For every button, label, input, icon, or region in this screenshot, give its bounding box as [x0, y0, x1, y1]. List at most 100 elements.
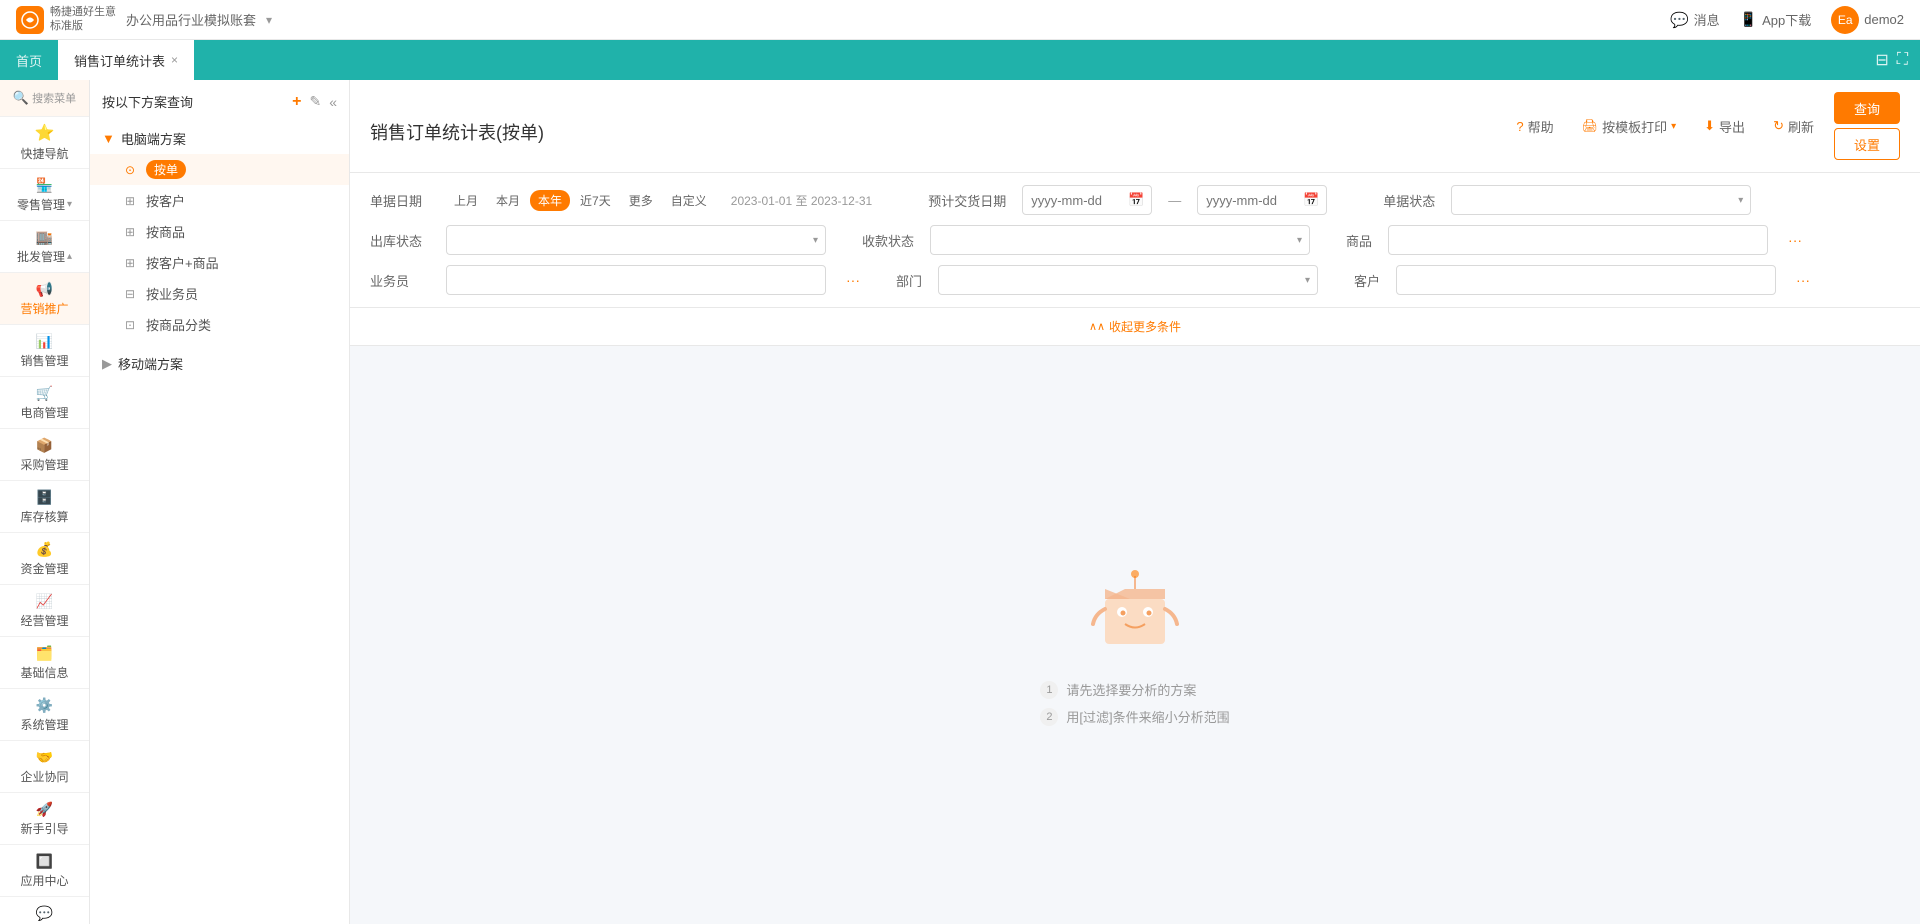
by-customer-product-icon: ⊞ — [122, 255, 138, 271]
start-date-wrapper: 📅 — [1022, 185, 1152, 215]
date-label: 单据日期 — [370, 191, 430, 210]
setting-button[interactable]: 设置 — [1834, 128, 1900, 160]
collapse-panel-icon[interactable]: « — [329, 94, 337, 110]
filter-row-2: 出库状态 ▾ 收款状态 ▾ 商品 ··· — [370, 225, 1900, 255]
user-menu[interactable]: Ea demo2 — [1831, 6, 1904, 34]
tab-close-icon[interactable]: × — [171, 53, 178, 67]
by-product-label: 按商品 — [146, 222, 185, 241]
sidebar: 🔍 搜索菜单 ⭐ 快捷导航 🏪 零售管理 ▾ 🏬 批发管理 ▴ 📢 营销推广 — [0, 80, 90, 924]
customer-dots-icon[interactable]: ··· — [1796, 272, 1810, 288]
sidebar-item-operation[interactable]: 📈 经营管理 — [0, 585, 89, 637]
tab-minimize-icon[interactable]: ⊟ — [1875, 50, 1888, 70]
more-btn[interactable]: 更多 — [621, 190, 661, 211]
sidebar-item-retail[interactable]: 🏪 零售管理 ▾ — [0, 169, 89, 221]
export-btn[interactable]: ⬇ 导出 — [1696, 113, 1753, 140]
print-icon: 🖨 — [1582, 118, 1599, 134]
sidebar-item-shortcut[interactable]: ⭐ 快捷导航 — [0, 117, 89, 169]
wholesale-icon: 🏬 — [36, 229, 53, 246]
sidebar-item-ecommerce[interactable]: 🛒 电商管理 — [0, 377, 89, 429]
tree-parent-label: 电脑端方案 — [121, 129, 186, 148]
product-label: 商品 — [1346, 231, 1372, 250]
tree-child-by-category[interactable]: ⊡ 按商品分类 — [90, 309, 349, 340]
tree-mobile-label: 移动端方案 — [118, 354, 183, 373]
app-download-btn[interactable]: 📱 App下载 — [1740, 10, 1812, 29]
end-date-calendar-icon: 📅 — [1303, 192, 1319, 208]
refresh-btn[interactable]: ↻ 刷新 — [1765, 113, 1822, 140]
sidebar-item-basic[interactable]: 🗂️ 基础信息 — [0, 637, 89, 689]
sidebar-item-purchase[interactable]: 📦 采购管理 — [0, 429, 89, 481]
payment-select[interactable] — [930, 225, 1310, 255]
hint-2: 2 用[过滤]条件来缩小分析范围 — [1040, 707, 1229, 726]
product-dots-icon[interactable]: ··· — [1788, 232, 1802, 248]
tree-child-by-customer[interactable]: ⊞ 按客户 — [90, 185, 349, 216]
tree-parent-mobile[interactable]: ▶ 移动端方案 — [90, 348, 349, 379]
content-area: 按以下方案查询 + ✎ « ▼ 电脑端方案 ⊙ 按单 ⊞ 按客户 — [90, 80, 1920, 924]
outbound-select[interactable] — [446, 225, 826, 255]
top-bar-right: 💬 消息 📱 App下载 Ea demo2 — [1670, 6, 1904, 34]
customer-input[interactable] — [1396, 265, 1776, 295]
marketing-icon: 📢 — [36, 281, 53, 298]
inventory-icon: 🗄️ — [36, 489, 53, 506]
operation-icon: 📈 — [36, 593, 53, 610]
tree-parent-pc[interactable]: ▼ 电脑端方案 — [90, 123, 349, 154]
sidebar-item-enterprise[interactable]: 🤝 企业协同 — [0, 741, 89, 793]
basic-icon: 🗂️ — [36, 645, 53, 662]
sidebar-item-marketing[interactable]: 📢 营销推广 — [0, 273, 89, 325]
sidebar-search[interactable]: 🔍 搜索菜单 — [0, 80, 89, 117]
phone-icon: 📱 — [1740, 11, 1757, 28]
system-icon: ⚙️ — [36, 697, 53, 714]
salesperson-dots-icon[interactable]: ··· — [846, 272, 860, 288]
page-header-actions: ? 帮助 🖨 按模板打印 ▾ ⬇ 导出 ↻ 刷新 — [1508, 92, 1900, 172]
tab-home[interactable]: 首页 — [0, 40, 58, 80]
department-select-wrapper: ▾ — [938, 265, 1318, 295]
tree-child-by-product[interactable]: ⊞ 按商品 — [90, 216, 349, 247]
query-button[interactable]: 查询 — [1834, 92, 1900, 124]
right-panel: 销售订单统计表(按单) ? 帮助 🖨 按模板打印 ▾ ⬇ 导出 — [350, 80, 1920, 924]
by-customer-label: 按客户 — [146, 191, 185, 210]
prev-month-btn[interactable]: 上月 — [446, 190, 486, 211]
this-year-btn[interactable]: 本年 — [530, 190, 570, 211]
tree-child-by-salesperson[interactable]: ⊟ 按业务员 — [90, 278, 349, 309]
filter-row-3: 业务员 ··· 部门 ▾ 客户 ··· — [370, 265, 1900, 295]
this-month-btn[interactable]: 本月 — [488, 190, 528, 211]
tree-child-by-customer-product[interactable]: ⊞ 按客户+商品 — [90, 247, 349, 278]
sidebar-item-system[interactable]: ⚙️ 系统管理 — [0, 689, 89, 741]
customer-label: 客户 — [1354, 271, 1380, 290]
sidebar-item-inventory[interactable]: 🗄️ 库存核算 — [0, 481, 89, 533]
message-btn[interactable]: 💬 消息 — [1670, 10, 1720, 29]
product-input[interactable] — [1388, 225, 1768, 255]
department-select[interactable] — [938, 265, 1318, 295]
help-btn[interactable]: ? 帮助 — [1508, 113, 1561, 140]
add-scheme-icon[interactable]: + — [292, 93, 301, 111]
custom-btn[interactable]: 自定义 — [663, 190, 715, 211]
breadcrumb-arrow[interactable]: ▾ — [266, 13, 272, 27]
sidebar-item-sales[interactable]: 📊 销售管理 — [0, 325, 89, 377]
salesperson-input[interactable] — [446, 265, 826, 295]
empty-texts: 1 请先选择要分析的方案 2 用[过滤]条件来缩小分析范围 — [1040, 680, 1229, 726]
tab-sales-stats[interactable]: 销售订单统计表 × — [58, 40, 194, 80]
appstore-icon: 🔲 — [36, 853, 53, 870]
sidebar-item-finance[interactable]: 💰 资金管理 — [0, 533, 89, 585]
tree-child-by-order[interactable]: ⊙ 按单 — [90, 154, 349, 185]
sidebar-item-wechat[interactable]: 💬 企业微信 — [0, 897, 89, 924]
collapse-bar[interactable]: ∧∧ 收起更多条件 — [350, 308, 1920, 346]
payment-select-wrapper: ▾ — [930, 225, 1310, 255]
print-btn[interactable]: 🖨 按模板打印 ▾ — [1574, 113, 1685, 140]
collapse-arrow-icon: ∧∧ — [1089, 320, 1105, 333]
edit-scheme-icon[interactable]: ✎ — [309, 93, 321, 110]
status-select[interactable] — [1451, 185, 1751, 215]
page-header: 销售订单统计表(按单) ? 帮助 🖨 按模板打印 ▾ ⬇ 导出 — [350, 80, 1920, 173]
tab-maximize-icon[interactable]: ⛶ — [1897, 51, 1908, 69]
outbound-label: 出库状态 — [370, 231, 430, 250]
empty-state: 1 请先选择要分析的方案 2 用[过滤]条件来缩小分析范围 — [350, 346, 1920, 924]
by-order-label: 按单 — [146, 160, 186, 179]
by-customer-icon: ⊞ — [122, 193, 138, 209]
sidebar-item-wholesale[interactable]: 🏬 批发管理 ▴ — [0, 221, 89, 273]
by-category-label: 按商品分类 — [146, 315, 211, 334]
message-icon: 💬 — [1670, 11, 1689, 29]
sidebar-item-newbie[interactable]: 🚀 新手引导 — [0, 793, 89, 845]
sidebar-item-appstore[interactable]: 🔲 应用中心 — [0, 845, 89, 897]
tab-bar-actions: ⊟ ⛶ — [1875, 50, 1920, 70]
purchase-icon: 📦 — [36, 437, 53, 454]
7days-btn[interactable]: 近7天 — [572, 190, 619, 211]
